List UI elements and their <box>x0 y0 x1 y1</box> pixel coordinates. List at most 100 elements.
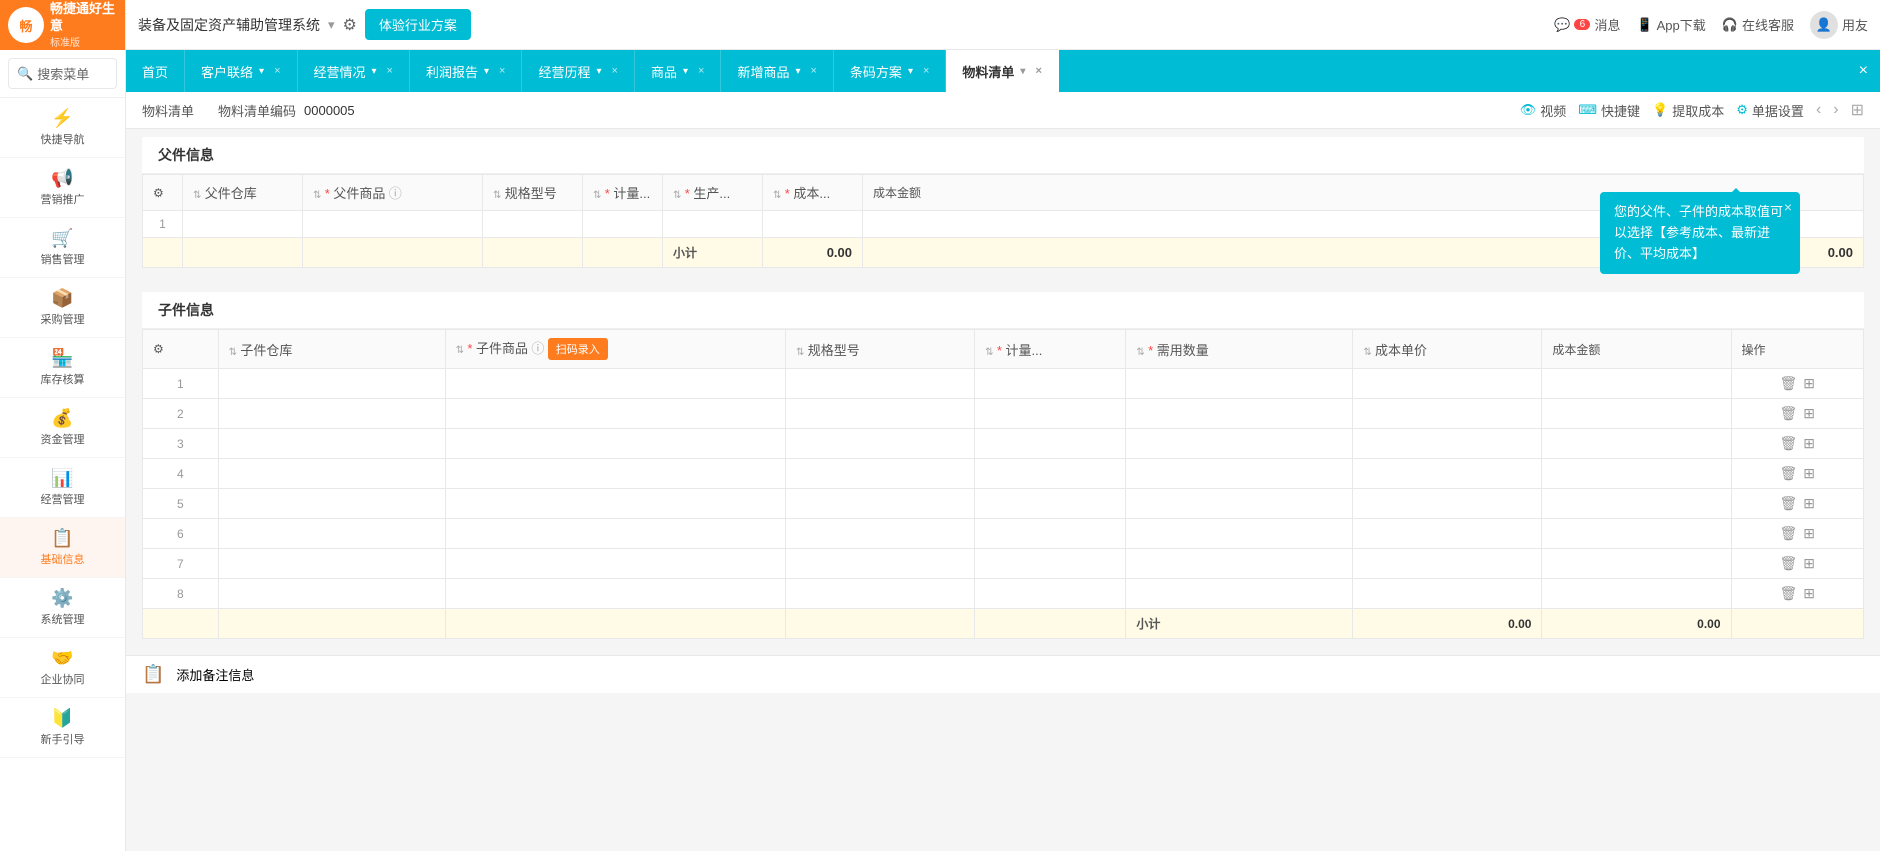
sidebar-item-finance[interactable]: 💰 资金管理 <box>0 398 125 458</box>
add-note-label[interactable]: 添加备注信息 <box>176 665 254 684</box>
tab-profit-close[interactable]: × <box>499 65 505 77</box>
parent-col-settings[interactable]: ⚙ <box>143 175 183 211</box>
child-row-goods-3[interactable] <box>445 429 785 459</box>
copy-icon-7[interactable]: ⊞ <box>1803 555 1815 572</box>
child-row-unit-6[interactable] <box>975 519 1126 549</box>
sidebar-item-quick-nav[interactable]: ⚡ 快捷导航 <box>0 98 125 158</box>
parent-row-goods[interactable] <box>303 211 483 238</box>
child-row-unit-price-8[interactable] <box>1353 579 1542 609</box>
child-row-unit-price-5[interactable] <box>1353 489 1542 519</box>
child-row-spec-6[interactable] <box>785 519 974 549</box>
delete-icon-4[interactable]: 🗑 <box>1780 465 1798 482</box>
sidebar-item-guide[interactable]: 🔰 新手引导 <box>0 698 125 758</box>
single-setting-action[interactable]: ⚙ 单据设置 <box>1736 101 1804 120</box>
child-row-spec-5[interactable] <box>785 489 974 519</box>
child-row-unit-5[interactable] <box>975 489 1126 519</box>
copy-icon-5[interactable]: ⊞ <box>1803 495 1815 512</box>
sidebar-item-marketing[interactable]: 📢 营销推广 <box>0 158 125 218</box>
child-row-warehouse-5[interactable] <box>218 489 445 519</box>
breadcrumb-bom[interactable]: 物料清单 <box>142 101 194 120</box>
child-row-goods-1[interactable] <box>445 369 785 399</box>
search-menu-button[interactable]: 🔍 搜索菜单 <box>8 58 117 89</box>
child-row-goods-6[interactable] <box>445 519 785 549</box>
child-row-amount-4[interactable] <box>1542 459 1731 489</box>
tab-operation-history[interactable]: 经营历程▾× <box>522 50 634 92</box>
topbar-dropdown-arrow[interactable]: ▾ <box>328 17 335 33</box>
child-row-amount-2[interactable] <box>1542 399 1731 429</box>
child-row-warehouse-1[interactable] <box>218 369 445 399</box>
child-row-spec-1[interactable] <box>785 369 974 399</box>
child-row-amount-1[interactable] <box>1542 369 1731 399</box>
next-arrow-button[interactable]: › <box>1833 101 1838 119</box>
sidebar-item-sales[interactable]: 🛒 销售管理 <box>0 218 125 278</box>
child-goods-info-icon[interactable]: ⓘ <box>531 341 544 356</box>
child-row-unit-7[interactable] <box>975 549 1126 579</box>
child-row-warehouse-2[interactable] <box>218 399 445 429</box>
child-row-goods-8[interactable] <box>445 579 785 609</box>
delete-icon-6[interactable]: 🗑 <box>1780 525 1798 542</box>
child-row-unit-8[interactable] <box>975 579 1126 609</box>
child-row-qty-8[interactable] <box>1126 579 1353 609</box>
delete-icon-1[interactable]: 🗑 <box>1780 375 1798 392</box>
add-note-icon[interactable]: 📋 <box>142 664 164 685</box>
child-row-unit-3[interactable] <box>975 429 1126 459</box>
parent-row-spec[interactable] <box>483 211 583 238</box>
tab-bom-close[interactable]: × <box>1035 65 1041 77</box>
sidebar-item-corp[interactable]: 🤝 企业协同 <box>0 638 125 698</box>
child-row-unit-price-3[interactable] <box>1353 429 1542 459</box>
child-row-spec-3[interactable] <box>785 429 974 459</box>
child-row-unit-price-2[interactable] <box>1353 399 1542 429</box>
copy-icon-1[interactable]: ⊞ <box>1803 375 1815 392</box>
child-row-qty-7[interactable] <box>1126 549 1353 579</box>
copy-icon-2[interactable]: ⊞ <box>1803 405 1815 422</box>
nav-close-all-button[interactable]: × <box>1847 62 1880 80</box>
tab-new-goods[interactable]: 新增商品▾× <box>721 50 833 92</box>
message-button[interactable]: 💬 6 消息 <box>1554 15 1620 34</box>
tab-home[interactable]: 首页 <box>126 50 185 92</box>
extract-cost-action[interactable]: 💡 提取成本 <box>1652 101 1724 120</box>
child-row-qty-1[interactable] <box>1126 369 1353 399</box>
child-row-amount-7[interactable] <box>1542 549 1731 579</box>
child-row-amount-6[interactable] <box>1542 519 1731 549</box>
child-row-warehouse-3[interactable] <box>218 429 445 459</box>
sidebar-item-basic[interactable]: 📋 基础信息 <box>0 518 125 578</box>
copy-icon-4[interactable]: ⊞ <box>1803 465 1815 482</box>
tooltip-close-button[interactable]: × <box>1784 196 1792 218</box>
child-row-unit-1[interactable] <box>975 369 1126 399</box>
delete-icon-5[interactable]: 🗑 <box>1780 495 1798 512</box>
child-row-qty-3[interactable] <box>1126 429 1353 459</box>
delete-icon-8[interactable]: 🗑 <box>1780 585 1798 602</box>
view-action[interactable]: 👁 视频 <box>1520 101 1567 120</box>
user-menu-button[interactable]: 👤 用友 <box>1810 11 1868 39</box>
child-row-amount-3[interactable] <box>1542 429 1731 459</box>
child-row-spec-8[interactable] <box>785 579 974 609</box>
online-service-button[interactable]: 🎧 在线客服 <box>1722 15 1794 34</box>
grid-view-button[interactable]: ⊞ <box>1851 100 1864 120</box>
tab-operation-status-close[interactable]: × <box>387 65 393 77</box>
tab-profit[interactable]: 利润报告▾× <box>410 50 522 92</box>
tab-barcode[interactable]: 条码方案▾× <box>834 50 946 92</box>
child-row-goods-4[interactable] <box>445 459 785 489</box>
child-row-qty-6[interactable] <box>1126 519 1353 549</box>
child-row-unit-price-1[interactable] <box>1353 369 1542 399</box>
child-row-unit-2[interactable] <box>975 399 1126 429</box>
parent-row-prod[interactable] <box>663 211 763 238</box>
child-row-unit-price-4[interactable] <box>1353 459 1542 489</box>
shortcut-action[interactable]: ⌨ 快捷键 <box>1578 101 1640 120</box>
app-download-button[interactable]: 📱 App下载 <box>1636 15 1705 34</box>
topbar-gear-icon[interactable]: ⚙ <box>343 15 357 35</box>
child-row-spec-2[interactable] <box>785 399 974 429</box>
copy-icon-6[interactable]: ⊞ <box>1803 525 1815 542</box>
sidebar-item-system[interactable]: ⚙️ 系统管理 <box>0 578 125 638</box>
tab-customer[interactable]: 客户联络▾× <box>185 50 297 92</box>
tab-barcode-close[interactable]: × <box>923 65 929 77</box>
child-row-spec-4[interactable] <box>785 459 974 489</box>
parent-row-warehouse[interactable] <box>183 211 303 238</box>
delete-icon-2[interactable]: 🗑 <box>1780 405 1798 422</box>
copy-icon-3[interactable]: ⊞ <box>1803 435 1815 452</box>
delete-icon-7[interactable]: 🗑 <box>1780 555 1798 572</box>
tab-new-goods-close[interactable]: × <box>810 65 816 77</box>
parent-row-cost[interactable] <box>763 211 863 238</box>
parent-row-unit[interactable] <box>583 211 663 238</box>
copy-icon-8[interactable]: ⊞ <box>1803 585 1815 602</box>
